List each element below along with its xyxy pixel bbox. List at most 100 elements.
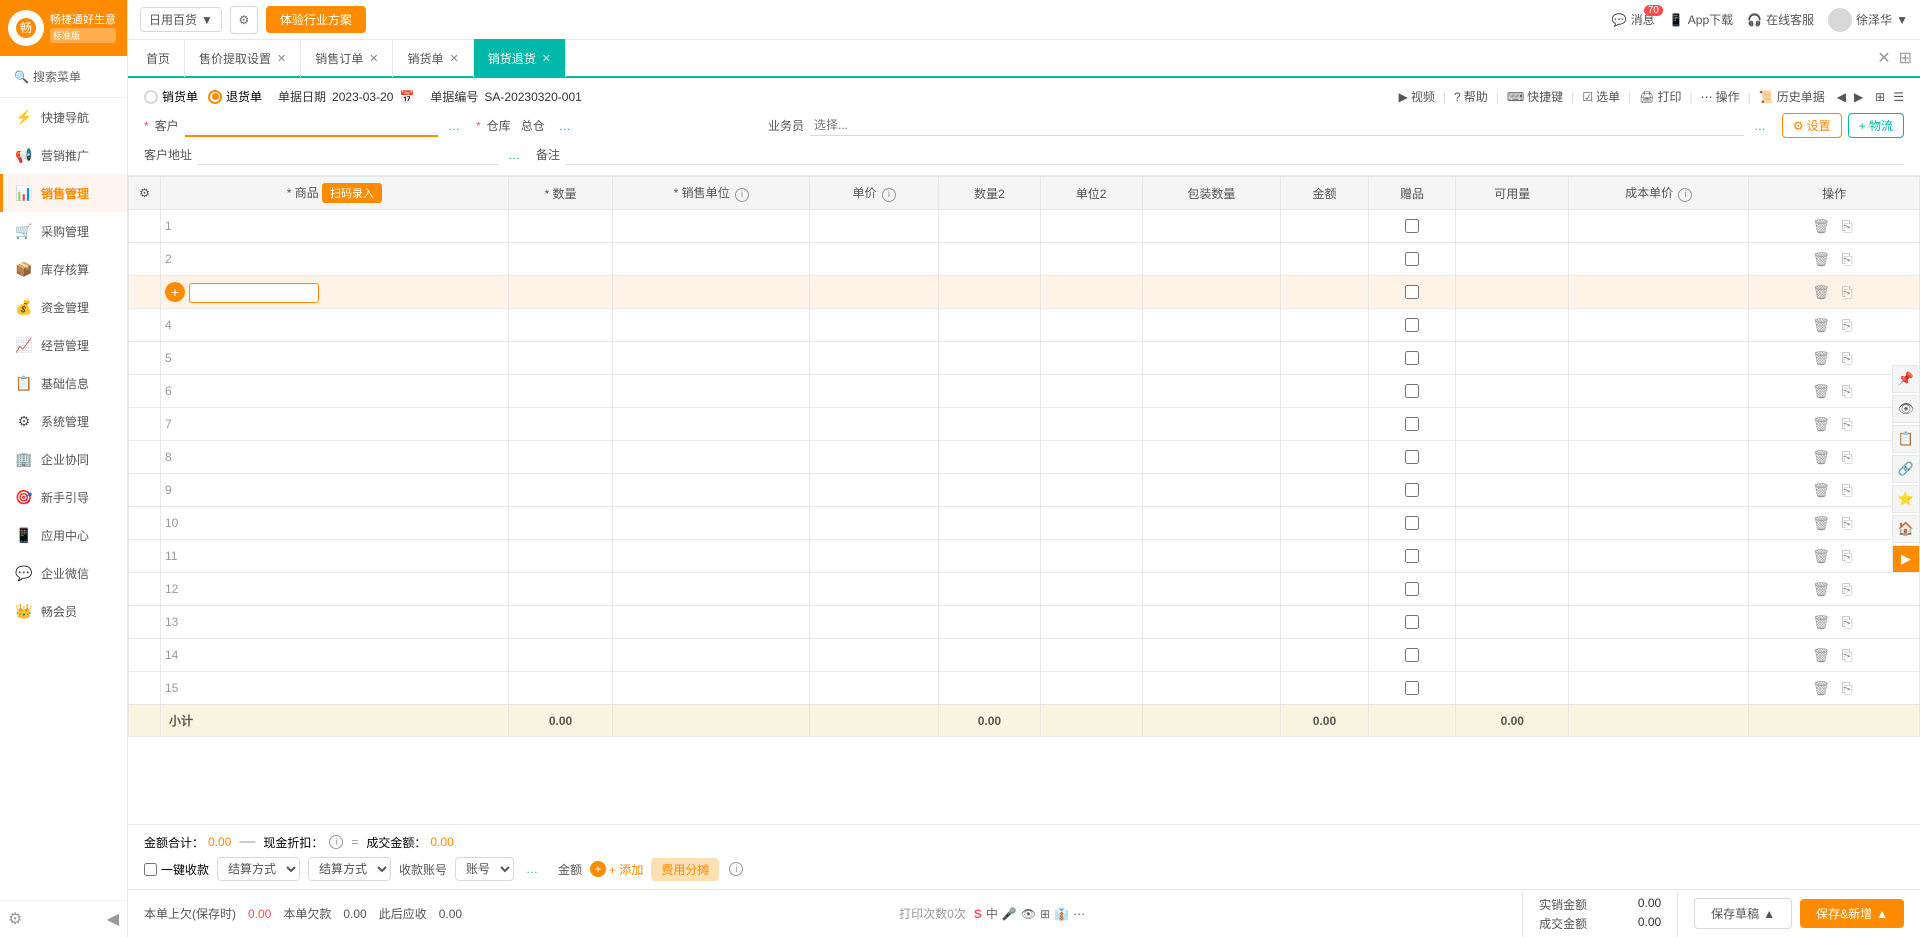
copy-row-btn-10[interactable]: ⎘ xyxy=(1836,512,1858,534)
cell-product-9[interactable]: 9 xyxy=(161,474,509,507)
delete-row-btn-3[interactable]: 🗑 xyxy=(1810,281,1832,303)
cell-quantity-11[interactable] xyxy=(508,540,613,573)
toolbar-icon-zh[interactable]: 中 xyxy=(986,905,998,922)
toolbar-help[interactable]: ? 帮助 xyxy=(1454,88,1488,105)
copy-row-btn-6[interactable]: ⎘ xyxy=(1836,380,1858,402)
gift-checkbox-3[interactable] xyxy=(1405,285,1419,299)
sidebar-item-enterprise[interactable]: 🏢 企业协同 xyxy=(0,440,127,478)
account-select[interactable]: 账号 xyxy=(455,857,514,881)
delete-row-btn-2[interactable]: 🗑 xyxy=(1810,248,1832,270)
gift-checkbox-8[interactable] xyxy=(1405,450,1419,464)
radio-sales-return[interactable]: 退货单 xyxy=(208,88,262,105)
one-click-checkbox[interactable] xyxy=(144,863,157,876)
cell-product-5[interactable]: 5 xyxy=(161,342,509,375)
tab-sales-return-close[interactable]: ✕ xyxy=(542,52,551,65)
topbar-settings-button[interactable]: ⚙ xyxy=(230,6,258,34)
cell-quantity-7[interactable] xyxy=(508,408,613,441)
sidebar-item-guide[interactable]: 🎯 新手引导 xyxy=(0,478,127,516)
th-settings[interactable]: ⚙ xyxy=(129,177,161,210)
grid-view-icon[interactable]: ⊞ xyxy=(1875,90,1885,104)
gift-checkbox-9[interactable] xyxy=(1405,483,1419,497)
tab-home[interactable]: 首页 xyxy=(132,39,185,77)
salesperson-select-btn[interactable]: … xyxy=(1750,119,1770,133)
cell-gift-12[interactable] xyxy=(1368,573,1456,606)
tab-price-setting-close[interactable]: ✕ xyxy=(277,52,286,65)
right-icon-2[interactable]: 👁 xyxy=(1892,395,1920,423)
delete-row-btn-8[interactable]: 🗑 xyxy=(1810,446,1832,468)
toolbar-icon-more[interactable]: ⋯ xyxy=(1073,907,1085,921)
add-row-btn[interactable]: + xyxy=(165,282,185,302)
delete-row-btn-9[interactable]: 🗑 xyxy=(1810,479,1832,501)
right-icon-6[interactable]: 🏠 xyxy=(1892,515,1920,543)
delete-row-btn-10[interactable]: 🗑 xyxy=(1810,512,1832,534)
copy-row-btn-1[interactable]: ⎘ xyxy=(1836,215,1858,237)
toolbar-icon-s[interactable]: S xyxy=(974,907,982,921)
copy-row-btn-5[interactable]: ⎘ xyxy=(1836,347,1858,369)
sidebar-item-finance[interactable]: 💰 资金管理 xyxy=(0,288,127,326)
tab-sales-order-close[interactable]: ✕ xyxy=(369,52,378,65)
copy-row-btn-11[interactable]: ⎘ xyxy=(1836,545,1858,567)
settings-button[interactable]: ⚙ 设置 xyxy=(1782,113,1842,138)
toolbar-history[interactable]: 📜 历史单据 xyxy=(1759,88,1825,105)
save-draft-button[interactable]: 保存草稿 ▲ xyxy=(1694,898,1792,929)
cell-product-6[interactable]: 6 xyxy=(161,375,509,408)
cell-gift-5[interactable] xyxy=(1368,342,1456,375)
toolbar-icon-micro[interactable]: 🎤 xyxy=(1002,907,1017,921)
cell-product-13[interactable]: 13 xyxy=(161,606,509,639)
sidebar-search-item[interactable]: 🔍 搜索菜单 xyxy=(0,56,127,98)
cell-quantity-14[interactable] xyxy=(508,639,613,672)
copy-row-btn-2[interactable]: ⎘ xyxy=(1836,248,1858,270)
gift-checkbox-2[interactable] xyxy=(1405,252,1419,266)
cell-gift-7[interactable] xyxy=(1368,408,1456,441)
cell-gift-9[interactable] xyxy=(1368,474,1456,507)
gift-checkbox-11[interactable] xyxy=(1405,549,1419,563)
radio-sales-delivery[interactable]: 销货单 xyxy=(144,88,198,105)
warehouse-select-btn[interactable]: … xyxy=(555,119,575,133)
settings-icon[interactable]: ⚙ xyxy=(8,909,22,929)
gift-checkbox-15[interactable] xyxy=(1405,681,1419,695)
sidebar-item-sales[interactable]: 📊 销售管理 xyxy=(0,174,127,212)
cell-product-10[interactable]: 10 xyxy=(161,507,509,540)
delete-row-btn-1[interactable]: 🗑 xyxy=(1810,215,1832,237)
close-tab-icon[interactable]: ✕ xyxy=(1877,48,1890,68)
cell-quantity-8[interactable] xyxy=(508,441,613,474)
sidebar-item-inventory[interactable]: 📦 库存核算 xyxy=(0,250,127,288)
cell-product-8[interactable]: 8 xyxy=(161,441,509,474)
sidebar-item-basic[interactable]: 📋 基础信息 xyxy=(0,364,127,402)
copy-row-btn-14[interactable]: ⎘ xyxy=(1836,644,1858,666)
history-prev-icon[interactable]: ◀ xyxy=(1837,90,1846,104)
toolbar-icon-grid2[interactable]: ⊞ xyxy=(1040,907,1050,921)
right-icon-1[interactable]: 📌 xyxy=(1892,365,1920,393)
copy-row-btn-4[interactable]: ⎘ xyxy=(1836,314,1858,336)
delete-row-btn-14[interactable]: 🗑 xyxy=(1810,644,1832,666)
cell-gift-2[interactable] xyxy=(1368,243,1456,276)
cell-quantity-13[interactable] xyxy=(508,606,613,639)
gift-checkbox-7[interactable] xyxy=(1405,417,1419,431)
right-icon-4[interactable]: 🔗 xyxy=(1892,455,1920,483)
calculation-select[interactable]: 结算方式 xyxy=(308,857,391,881)
address-select-btn[interactable]: … xyxy=(504,148,524,162)
cell-product-1[interactable]: 1 xyxy=(161,210,509,243)
cell-quantity-3[interactable] xyxy=(508,276,613,309)
copy-row-btn-7[interactable]: ⎘ xyxy=(1836,413,1858,435)
user-menu[interactable]: 徐泽华 ▼ xyxy=(1828,8,1908,32)
cell-product-14[interactable]: 14 xyxy=(161,639,509,672)
date-value[interactable]: 2023-03-20 xyxy=(332,90,393,104)
gift-checkbox-6[interactable] xyxy=(1405,384,1419,398)
cell-gift-6[interactable] xyxy=(1368,375,1456,408)
copy-row-btn-8[interactable]: ⎘ xyxy=(1836,446,1858,468)
cell-quantity-1[interactable] xyxy=(508,210,613,243)
delete-row-btn-13[interactable]: 🗑 xyxy=(1810,611,1832,633)
customer-input[interactable] xyxy=(185,115,438,137)
delete-row-btn-4[interactable]: 🗑 xyxy=(1810,314,1832,336)
collapse-icon[interactable]: ◀ xyxy=(107,909,119,929)
gift-checkbox-12[interactable] xyxy=(1405,582,1419,596)
gift-checkbox-14[interactable] xyxy=(1405,648,1419,662)
add-button[interactable]: + + 添加 xyxy=(590,861,643,878)
cell-product-11[interactable]: 11 xyxy=(161,540,509,573)
tab-price-setting[interactable]: 售价提取设置 ✕ xyxy=(185,39,301,77)
maximize-icon[interactable]: ⊞ xyxy=(1899,48,1912,68)
logistics-button[interactable]: + 物流 xyxy=(1848,113,1904,138)
cell-product-4[interactable]: 4 xyxy=(161,309,509,342)
cell-gift-15[interactable] xyxy=(1368,672,1456,705)
